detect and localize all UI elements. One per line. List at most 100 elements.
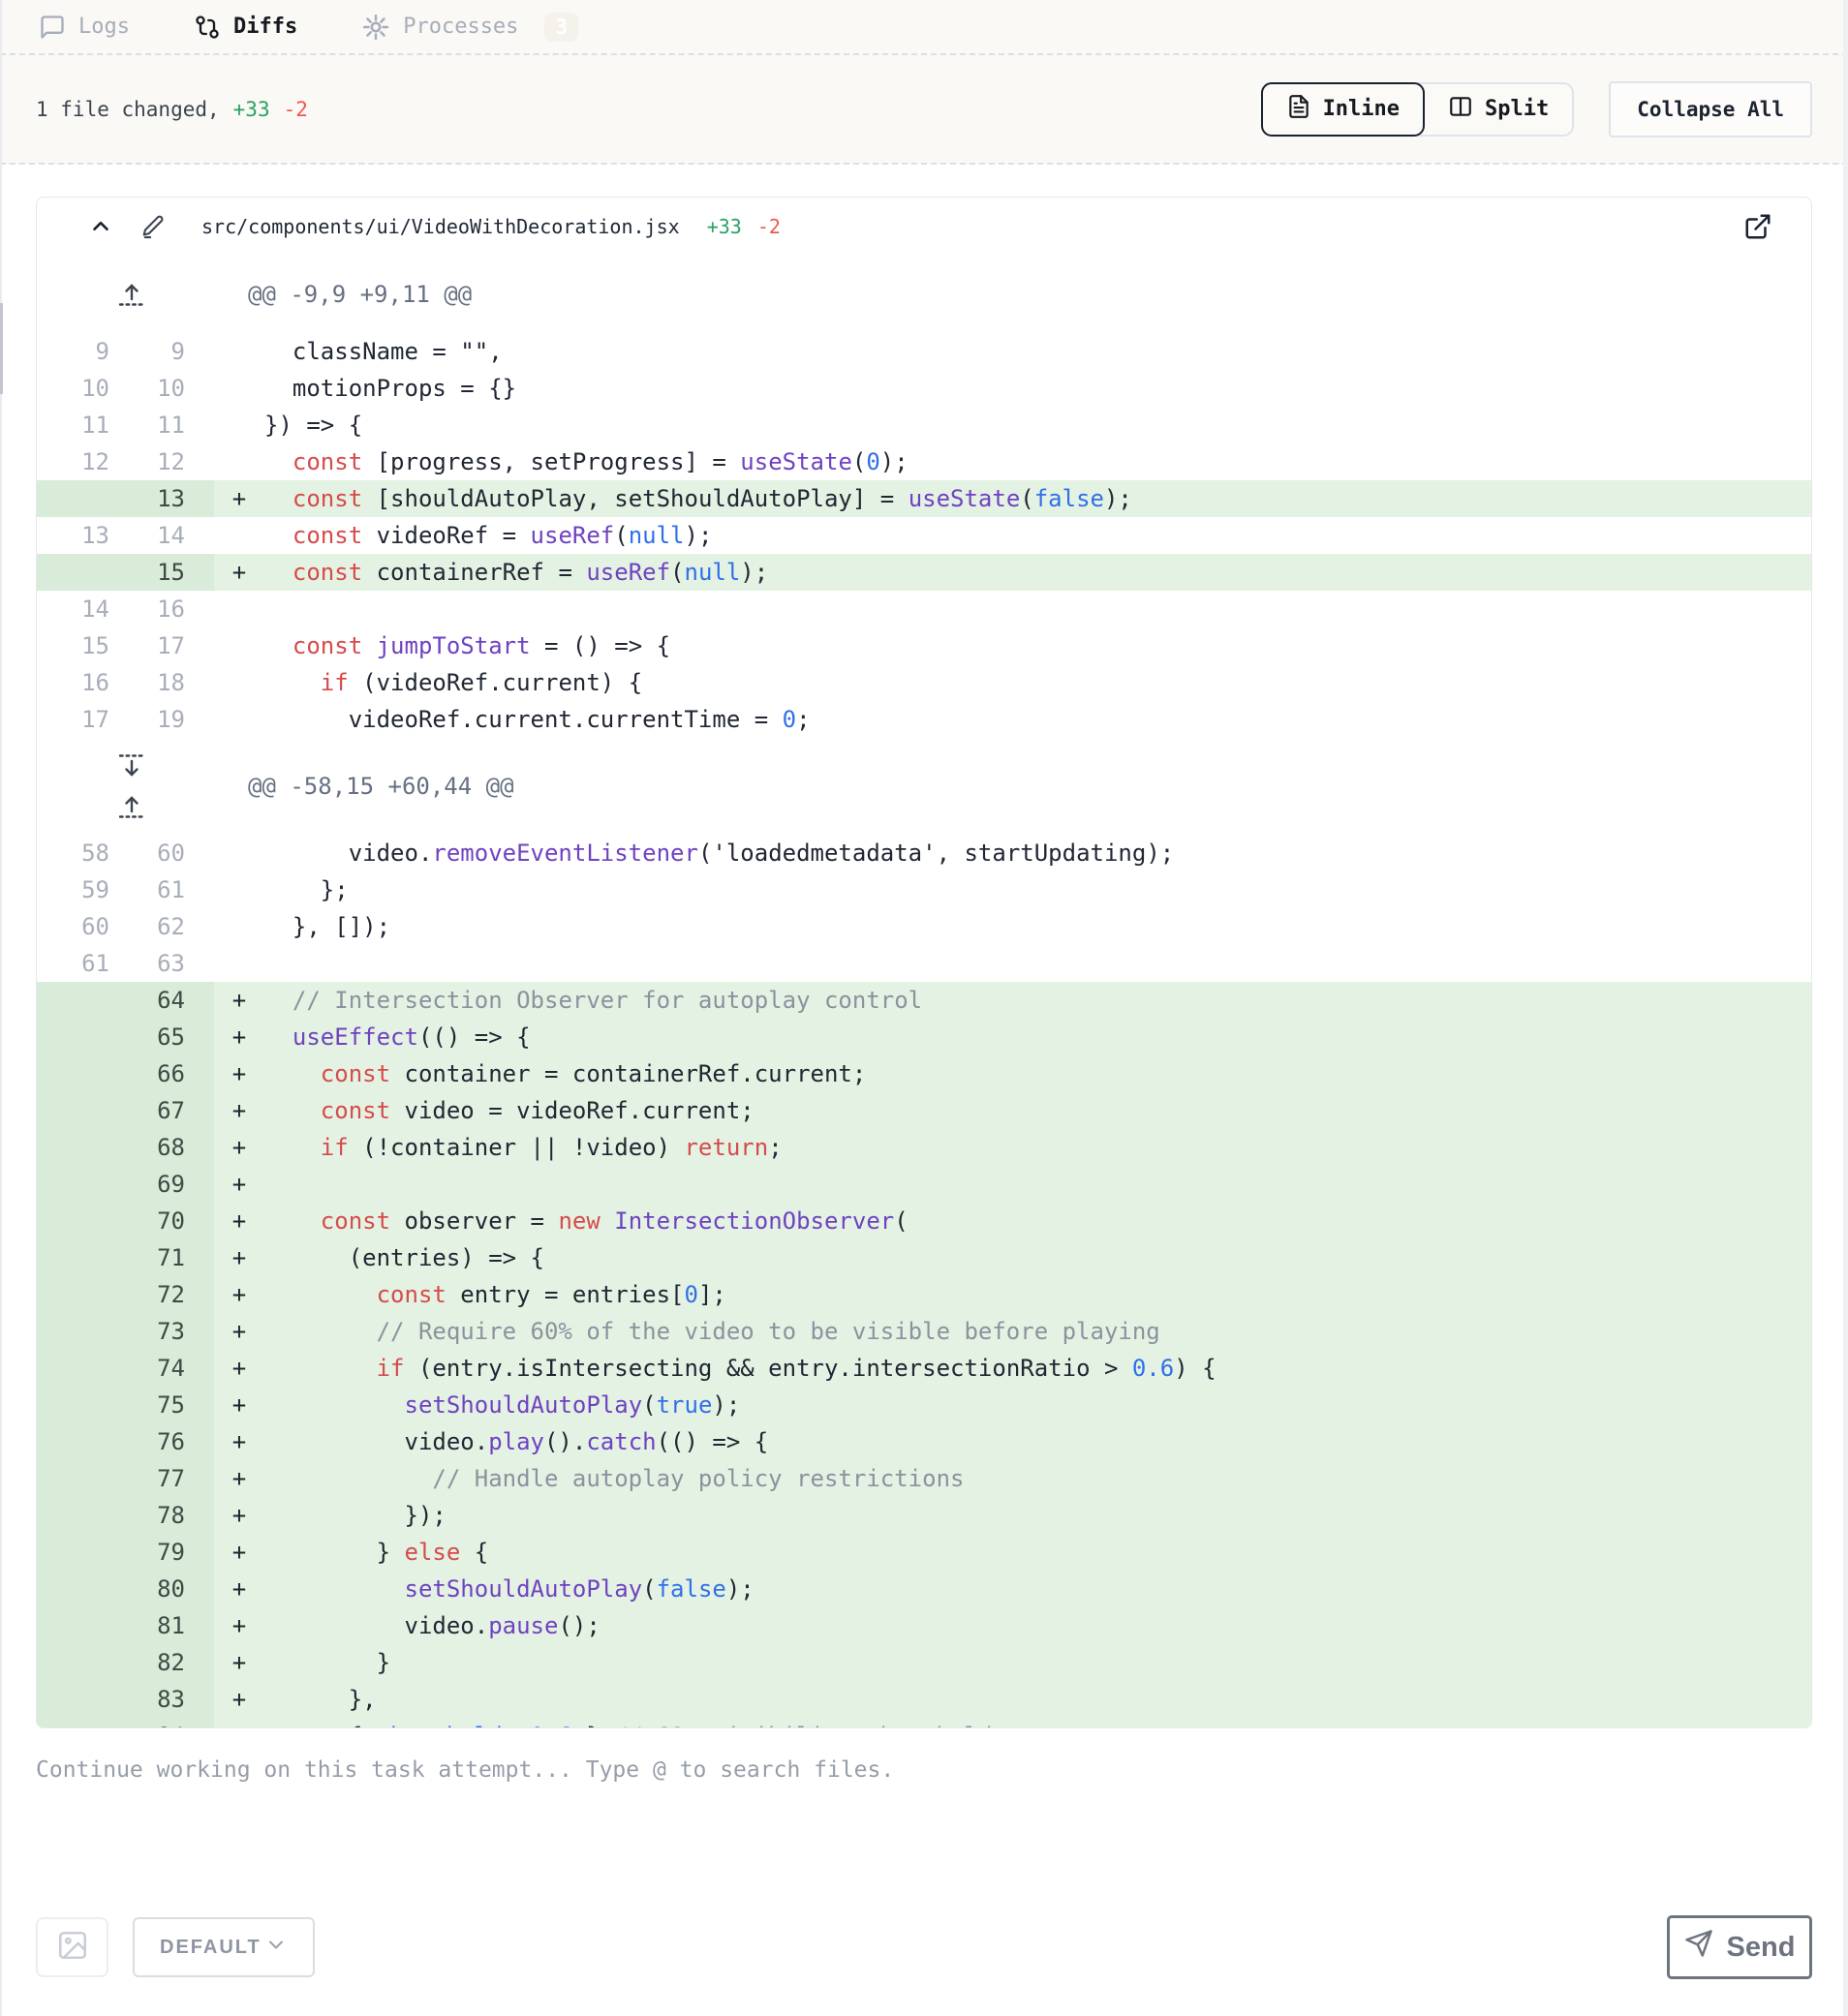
line-number-gutter: 69 — [37, 1166, 214, 1203]
old-line-number: 61 — [81, 950, 109, 977]
file-deletions: -2 — [756, 215, 781, 238]
new-line-number: 65 — [157, 1023, 185, 1051]
diff-line-added: 78 + }); — [37, 1497, 1811, 1534]
new-line-number: 61 — [157, 876, 185, 903]
new-line-number: 83 — [157, 1686, 185, 1713]
line-number-gutter: 13 — [37, 480, 214, 517]
added-marker: + — [231, 1686, 247, 1713]
code-text: const entry = entries[0]; — [376, 1281, 726, 1308]
diff-file-card: src/components/ui/VideoWithDecoration.js… — [36, 197, 1812, 1728]
code-text: }); — [264, 1502, 447, 1529]
tab-processes[interactable]: Processes 3 — [361, 12, 579, 42]
line-number-gutter: 64 — [37, 982, 214, 1019]
edit-pencil-icon — [139, 213, 167, 240]
model-selector[interactable]: DEFAULT — [133, 1917, 315, 1977]
line-number-gutter: 84 — [37, 1718, 214, 1727]
model-selector-value: DEFAULT — [160, 1936, 262, 1958]
code-text: video.pause(); — [264, 1612, 601, 1639]
new-line-number: 74 — [157, 1355, 185, 1382]
line-number-gutter: 80 — [37, 1571, 214, 1607]
new-line-number: 15 — [157, 559, 185, 586]
new-line-number: 73 — [157, 1318, 185, 1345]
diff-line: 14 16 — [37, 591, 1811, 627]
code-text: video.removeEventListener('loadedmetadat… — [264, 840, 1175, 867]
diff-line: 60 62 }, []); — [37, 908, 1811, 945]
line-number-gutter: 61 63 — [37, 945, 214, 982]
code-text: motionProps = {} — [264, 375, 517, 402]
expand-down-icon[interactable] — [117, 751, 146, 780]
line-number-gutter: 16 18 — [37, 664, 214, 701]
diff-line-added: 74 + if (entry.isIntersecting && entry.in… — [37, 1350, 1811, 1387]
message-square-icon — [39, 14, 66, 41]
added-marker: + — [231, 559, 247, 586]
line-number-gutter: 73 — [37, 1313, 214, 1350]
new-line-number: 79 — [157, 1539, 185, 1566]
code-text: const container = containerRef.current; — [320, 1060, 867, 1087]
tab-diffs[interactable]: Diffs — [194, 14, 297, 41]
code-text: if (videoRef.current) { — [320, 669, 643, 696]
new-line-number: 12 — [157, 448, 185, 475]
new-line-number: 60 — [157, 840, 185, 867]
attach-image-button[interactable] — [36, 1917, 108, 1977]
line-number-gutter: 75 — [37, 1387, 214, 1423]
diff-line-added: 68 + if (!container || !video) return; — [37, 1129, 1811, 1166]
line-number-gutter: 71 — [37, 1239, 214, 1276]
composer-input[interactable]: Continue working on this task attempt...… — [0, 1728, 1848, 1783]
old-line-number: 12 — [81, 448, 109, 475]
code-text: } else { — [264, 1539, 489, 1566]
new-line-number: 10 — [157, 375, 185, 402]
code-text: setShouldAutoPlay(true); — [404, 1391, 741, 1419]
line-number-gutter: 77 — [37, 1460, 214, 1497]
right-scrollbar-track — [1843, 0, 1848, 2016]
diff-line: 59 61 }; — [37, 871, 1811, 908]
expand-up-icon[interactable] — [117, 792, 146, 821]
send-button[interactable]: Send — [1667, 1915, 1812, 1979]
old-line-number: 60 — [81, 913, 109, 940]
chevron-up-icon[interactable] — [88, 214, 113, 239]
external-link-icon[interactable] — [1743, 212, 1772, 241]
expand-up-icon[interactable] — [117, 280, 146, 309]
split-pane-icon — [1448, 94, 1473, 125]
old-line-number: 10 — [81, 375, 109, 402]
old-line-number: 59 — [81, 876, 109, 903]
diff-line-added: 69 + — [37, 1166, 1811, 1203]
new-line-number: 78 — [157, 1502, 185, 1529]
code-text: videoRef.current.currentTime = 0; — [264, 706, 811, 733]
line-number-gutter: 72 — [37, 1276, 214, 1313]
diff-line-added: 79 + } else { — [37, 1534, 1811, 1571]
tab-logs[interactable]: Logs — [39, 14, 130, 41]
new-line-number: 67 — [157, 1097, 185, 1124]
diff-line: 16 18 if (videoRef.current) { — [37, 664, 1811, 701]
code-text: }) => { — [264, 412, 363, 439]
expand-context-controls — [110, 256, 153, 333]
collapse-all-button[interactable]: Collapse All — [1609, 80, 1812, 137]
code-text: const [progress, setProgress] = useState… — [292, 448, 909, 475]
inline-view-label: Inline — [1322, 97, 1401, 121]
line-number-gutter: 15 17 — [37, 627, 214, 664]
new-line-number: 68 — [157, 1134, 185, 1161]
diff-line: 11 11}) => { — [37, 407, 1811, 443]
diff-line-added: 72 + const entry = entries[0]; — [37, 1276, 1811, 1313]
file-text-icon — [1286, 94, 1311, 125]
line-number-gutter: 12 12 — [37, 443, 214, 480]
inline-view-button[interactable]: Inline — [1260, 81, 1426, 137]
line-number-gutter: 13 14 — [37, 517, 214, 554]
split-view-button[interactable]: Split — [1425, 84, 1572, 135]
line-number-gutter: 74 — [37, 1350, 214, 1387]
summary-additions: +33 — [232, 97, 270, 121]
code-text: }, []); — [264, 913, 391, 940]
added-marker: + — [231, 1612, 247, 1639]
diff-line-added: 64 + // Intersection Observer for autopla… — [37, 982, 1811, 1019]
left-scrollbar-thumb[interactable] — [0, 303, 3, 394]
view-mode-toggle: Inline Split — [1260, 81, 1575, 137]
new-line-number: 82 — [157, 1649, 185, 1676]
hunk-header-row: @@ -9,9 +9,11 @@ — [37, 256, 1811, 333]
gear-icon — [361, 13, 390, 42]
code-text: // Handle autoplay policy restrictions — [432, 1465, 965, 1492]
new-line-number: 18 — [157, 669, 185, 696]
new-line-number: 81 — [157, 1612, 185, 1639]
line-number-gutter: 67 — [37, 1092, 214, 1129]
diff-line-added: 80 + setShouldAutoPlay(false); — [37, 1571, 1811, 1607]
diff-line: 15 17 const jumpToStart = () => { — [37, 627, 1811, 664]
chevron-down-icon — [264, 1933, 288, 1962]
